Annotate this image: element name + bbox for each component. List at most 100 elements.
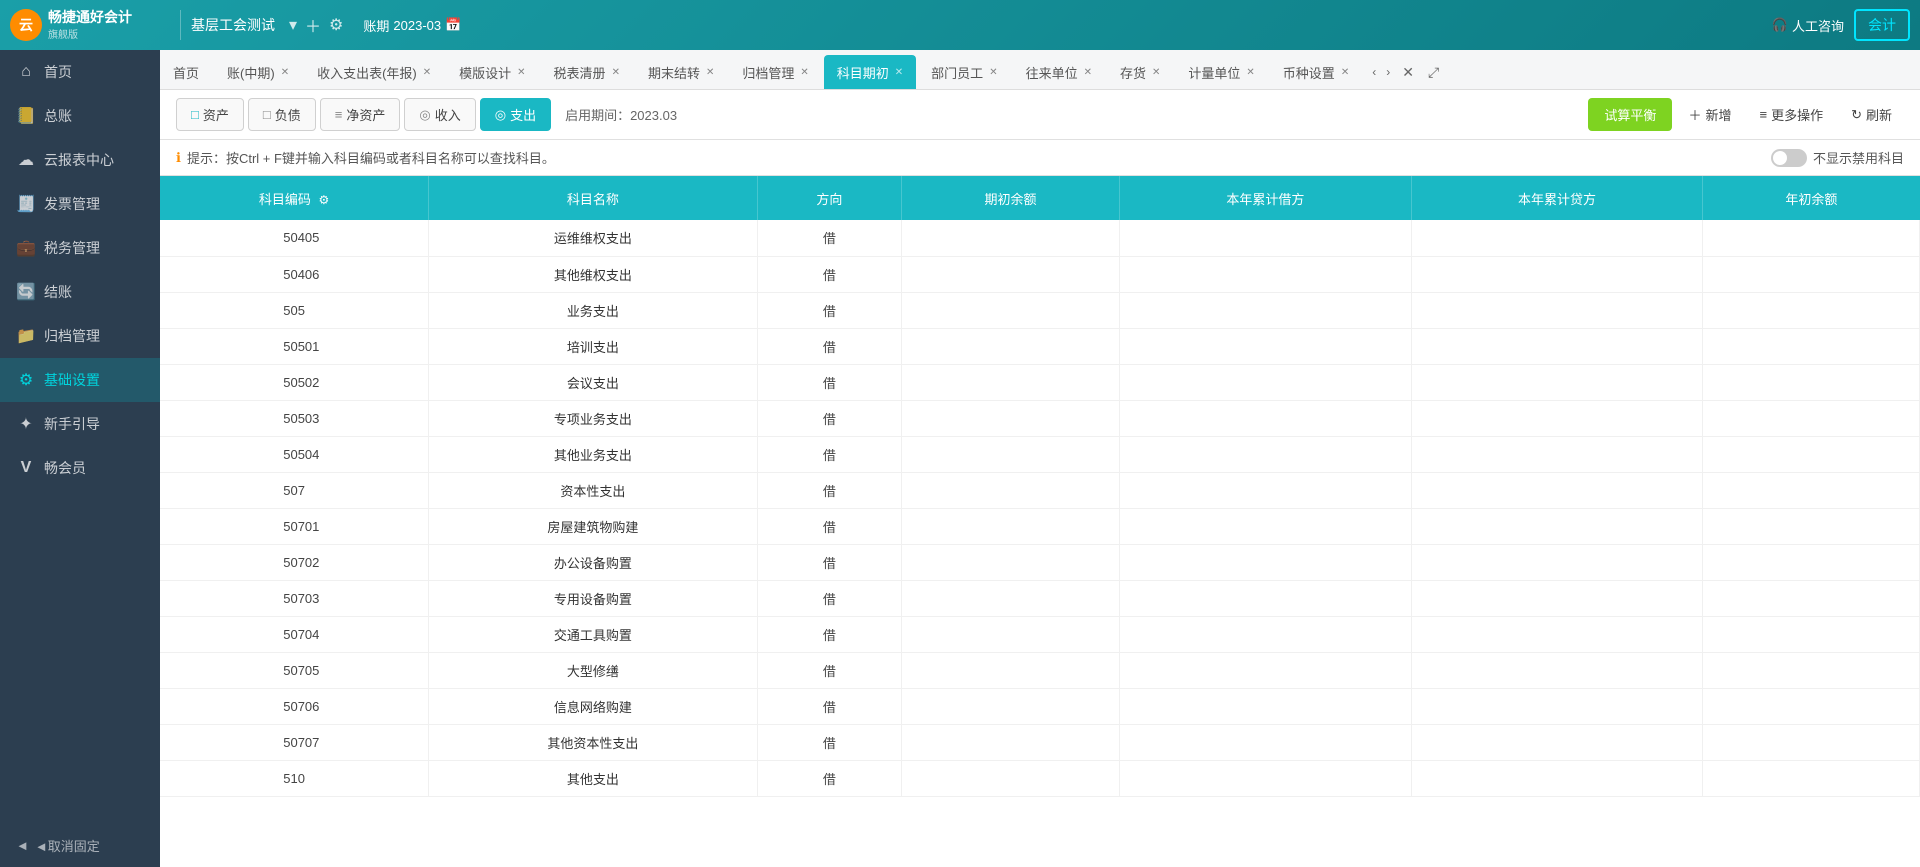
sidebar-collapse-btn[interactable]: ◄ ◄取消固定 [0, 824, 160, 867]
category-tab-asset[interactable]: □ 资产 [176, 98, 244, 131]
tab-unit-close[interactable]: ✕ [1246, 67, 1254, 78]
ledger-icon: 📒 [16, 106, 36, 126]
cell-name-7: 资本性支出 [429, 472, 757, 508]
company-name[interactable]: 基层工会测试 [191, 15, 275, 35]
sidebar-item-reports[interactable]: ☁ 云报表中心 [0, 138, 160, 182]
table-row[interactable]: 505 业务支出 借 [160, 292, 1920, 328]
tab-mid-period[interactable]: 账(中期) ✕ [214, 55, 302, 89]
tab-currency-close[interactable]: ✕ [1341, 67, 1349, 78]
tab-archive[interactable]: 归档管理 ✕ [729, 55, 821, 89]
period-value: 2023-03 [393, 18, 441, 33]
refresh-icon: ↻ [1851, 107, 1862, 123]
tab-home[interactable]: 首页 [160, 55, 212, 89]
sidebar-item-checkout[interactable]: 🔄 结账 [0, 270, 160, 314]
table-row[interactable]: 50405 运维维权支出 借 [160, 220, 1920, 256]
more-actions-button[interactable]: ≡ 更多操作 [1747, 99, 1835, 130]
kuaiji-button[interactable]: 会计 [1854, 9, 1910, 41]
add-button[interactable]: ＋ 新增 [1676, 99, 1743, 130]
tab-mid-period-close[interactable]: ✕ [281, 67, 289, 78]
hint-bar: ℹ 提示：按Ctrl + F键并输入科目编码或者科目名称可以查找科目。 不显示禁… [160, 140, 1920, 176]
invoice-icon: 🧾 [16, 194, 36, 214]
tab-expand-btn[interactable]: ⤢ [1422, 62, 1445, 83]
balance-button[interactable]: 试算平衡 [1588, 98, 1672, 131]
dropdown-icon[interactable]: ▾ [289, 15, 297, 35]
cell-year-balance-0 [1703, 220, 1920, 256]
tab-tax-list[interactable]: 税表清册 ✕ [541, 55, 633, 89]
table-row[interactable]: 50707 其他资本性支出 借 [160, 724, 1920, 760]
table-row[interactable]: 510 其他支出 借 [160, 760, 1920, 796]
reports-icon: ☁ [16, 150, 36, 170]
tab-dept[interactable]: 部门员工 ✕ [918, 55, 1010, 89]
col-gear-icon[interactable]: ⚙ [319, 193, 330, 207]
sidebar-item-home[interactable]: ⌂ 首页 [0, 50, 160, 94]
settings-icon[interactable]: ⚙ [329, 15, 343, 35]
table-row[interactable]: 50703 专用设备购置 借 [160, 580, 1920, 616]
cell-year-debit-0 [1120, 220, 1412, 256]
category-tab-liability[interactable]: □ 负债 [248, 98, 316, 131]
table-row[interactable]: 50501 培训支出 借 [160, 328, 1920, 364]
refresh-button[interactable]: ↻ 刷新 [1839, 99, 1904, 130]
tab-subject-init-close[interactable]: ✕ [895, 67, 903, 78]
sidebar-item-general-ledger[interactable]: 📒 总账 [0, 94, 160, 138]
sidebar-item-vip[interactable]: V 畅会员 [0, 446, 160, 490]
cell-name-9: 办公设备购置 [429, 544, 757, 580]
tab-archive-close[interactable]: ✕ [800, 67, 808, 78]
tab-template[interactable]: 模版设计 ✕ [446, 55, 538, 89]
table-row[interactable]: 50504 其他业务支出 借 [160, 436, 1920, 472]
table-row[interactable]: 50706 信息网络购建 借 [160, 688, 1920, 724]
tab-inventory-close[interactable]: ✕ [1152, 67, 1160, 78]
category-tab-expense[interactable]: ◎ 支出 [480, 98, 551, 131]
table-row[interactable]: 50503 专项业务支出 借 [160, 400, 1920, 436]
tab-counterpart[interactable]: 往来单位 ✕ [1013, 55, 1105, 89]
table-row[interactable]: 50702 办公设备购置 借 [160, 544, 1920, 580]
cell-period-balance-9 [902, 544, 1120, 580]
table-row[interactable]: 50406 其他维权支出 借 [160, 256, 1920, 292]
period-display: 启用期间：2023.03 [565, 105, 677, 124]
more-label: 更多操作 [1771, 105, 1823, 124]
tab-close-all-btn[interactable]: ✕ [1396, 62, 1420, 83]
tab-inventory[interactable]: 存货 ✕ [1107, 55, 1173, 89]
cell-year-balance-9 [1703, 544, 1920, 580]
tab-period-end[interactable]: 期末结转 ✕ [635, 55, 727, 89]
tab-prev-arrow[interactable]: ‹ [1368, 63, 1380, 81]
calendar-icon[interactable]: 📅 [445, 17, 461, 33]
tab-template-close[interactable]: ✕ [517, 67, 525, 78]
cell-year-balance-14 [1703, 724, 1920, 760]
tab-next-arrow[interactable]: › [1382, 63, 1394, 81]
tab-currency[interactable]: 币种设置 ✕ [1270, 55, 1362, 89]
table-row[interactable]: 50704 交通工具购置 借 [160, 616, 1920, 652]
sidebar-item-tax[interactable]: 💼 税务管理 [0, 226, 160, 270]
tab-counterpart-close[interactable]: ✕ [1084, 67, 1092, 78]
category-tab-net-asset[interactable]: ≡ 净资产 [320, 98, 401, 131]
table-row[interactable]: 50502 会议支出 借 [160, 364, 1920, 400]
tab-home-label: 首页 [173, 63, 199, 82]
switch-track[interactable] [1771, 149, 1807, 167]
sidebar-item-invoice[interactable]: 🧾 发票管理 [0, 182, 160, 226]
tab-income-report-close[interactable]: ✕ [423, 67, 431, 78]
cell-year-credit-9 [1411, 544, 1703, 580]
sidebar-item-guide[interactable]: ✦ 新手引导 [0, 402, 160, 446]
tab-unit[interactable]: 计量单位 ✕ [1175, 55, 1267, 89]
category-tab-income[interactable]: ◎ 收入 [404, 98, 475, 131]
disable-toggle[interactable]: 不显示禁用科目 [1771, 148, 1904, 167]
sidebar-label-archive: 归档管理 [44, 326, 100, 346]
cell-code-13: 50706 [160, 688, 429, 724]
hint-text: 提示：按Ctrl + F键并输入科目编码或者科目名称可以查找科目。 [187, 148, 555, 167]
ai-consult-btn[interactable]: 🎧 人工咨询 [1772, 16, 1844, 35]
tab-period-end-close[interactable]: ✕ [706, 67, 714, 78]
table-row[interactable]: 507 资本性支出 借 [160, 472, 1920, 508]
col-code: 科目编码 ⚙ [160, 176, 429, 220]
cell-code-6: 50504 [160, 436, 429, 472]
col-period-balance: 期初余额 [902, 176, 1120, 220]
tab-subject-init-label: 科目期初 [837, 63, 889, 82]
home-icon: ⌂ [16, 63, 36, 81]
add-tab-icon[interactable]: ＋ [305, 13, 321, 37]
tab-subject-init[interactable]: 科目期初 ✕ [824, 55, 916, 89]
tab-dept-close[interactable]: ✕ [989, 67, 997, 78]
tab-income-report[interactable]: 收入支出表(年报) ✕ [304, 55, 444, 89]
sidebar-item-basic-settings[interactable]: ⚙ 基础设置 [0, 358, 160, 402]
table-row[interactable]: 50701 房屋建筑物购建 借 [160, 508, 1920, 544]
tab-tax-list-close[interactable]: ✕ [612, 67, 620, 78]
sidebar-item-archive[interactable]: 📁 归档管理 [0, 314, 160, 358]
table-row[interactable]: 50705 大型修缮 借 [160, 652, 1920, 688]
